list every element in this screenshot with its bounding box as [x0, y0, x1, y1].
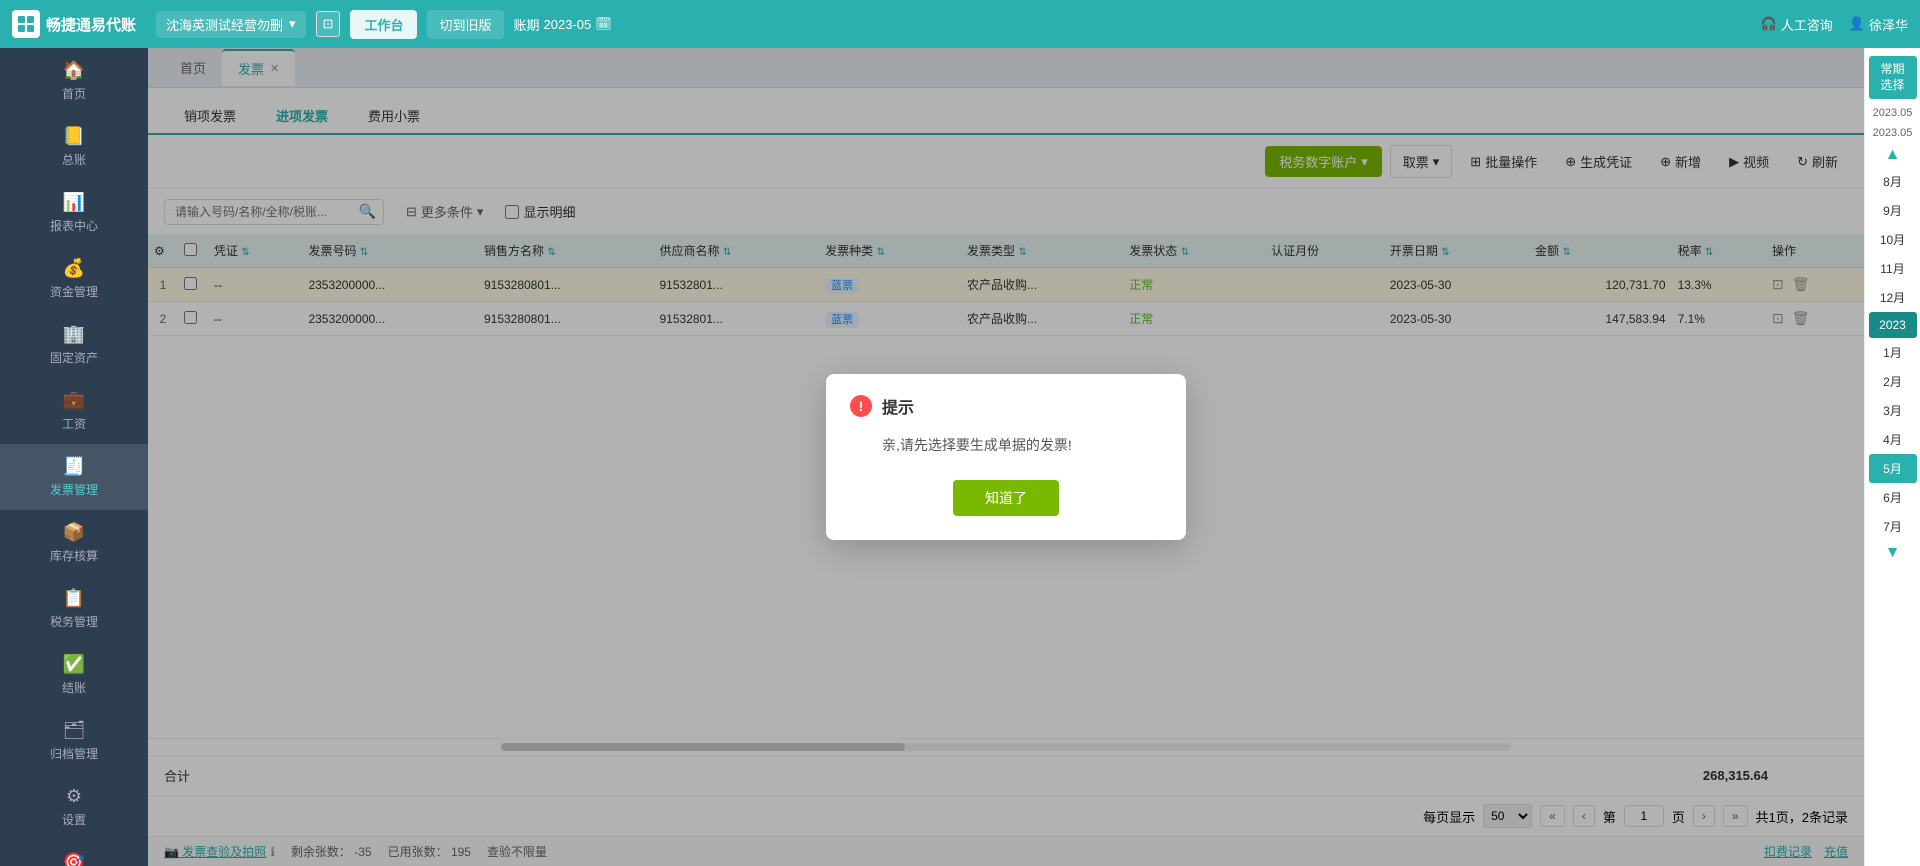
invoice-icon: 🧾	[63, 456, 85, 477]
inventory-icon: 📦	[63, 522, 85, 543]
period-item-5[interactable]: 5月	[1869, 454, 1917, 483]
dialog-footer: 知道了	[826, 480, 1186, 540]
sidebar-item-settlement[interactable]: ✅ 结账	[0, 642, 148, 708]
period-arrows: ▲	[1885, 143, 1901, 167]
chevron-down-icon: ▾	[289, 16, 296, 32]
period-item-7[interactable]: 7月	[1869, 512, 1917, 541]
sidebar-item-guide[interactable]: 🎯 新手引导	[0, 840, 148, 866]
period-info: 账期 2023-05 🗓	[514, 15, 612, 34]
period-item-8[interactable]: 8月	[1869, 167, 1917, 196]
salary-icon: 💼	[63, 390, 85, 411]
support-button[interactable]: 🎧 人工咨询	[1761, 15, 1833, 34]
archive-icon: 🗂	[63, 720, 86, 741]
period-year-2023[interactable]: 2023	[1869, 312, 1917, 338]
right-panel: 常期 选择 2023.05 2023.05 ▲ 8月 9月 10月 11月 12…	[1864, 48, 1920, 866]
avatar-icon: 👤	[1849, 16, 1865, 32]
period-item-4[interactable]: 4月	[1869, 425, 1917, 454]
period-item-2[interactable]: 2月	[1869, 367, 1917, 396]
sidebar-item-inventory[interactable]: 📦 库存核算	[0, 510, 148, 576]
sidebar-item-reports[interactable]: 📊 报表中心	[0, 180, 148, 246]
workspace-button[interactable]: 工作台	[350, 10, 417, 39]
qr-button[interactable]: ⊡	[316, 11, 341, 37]
settlement-icon: ✅	[63, 654, 85, 675]
period-toggle-button[interactable]: 常期 选择	[1869, 56, 1917, 99]
content-area: 首页 发票 ✕ 销项发票 进项发票 费用小票	[148, 48, 1864, 866]
period-item-10[interactable]: 10月	[1869, 225, 1917, 254]
top-bar: 畅捷通易代账 沈海英测试经营勿删 ▾ ⊡ 工作台 切到旧版 账期 2023-05…	[0, 0, 1920, 48]
app-title: 畅捷通易代账	[46, 14, 136, 35]
user-avatar[interactable]: 👤 徐泽华	[1849, 15, 1908, 34]
sidebar-item-home[interactable]: 🏠 首页	[0, 48, 148, 114]
period-item-6[interactable]: 6月	[1869, 483, 1917, 512]
settings-icon: ⚙	[66, 786, 82, 807]
period-label: 账期	[514, 15, 540, 34]
period-item-9[interactable]: 9月	[1869, 196, 1917, 225]
period-arrows-bottom: ▼	[1885, 541, 1901, 565]
logo-icon	[12, 10, 40, 38]
sidebar: 🏠 首页 📒 总账 📊 报表中心 💰 资金管理 🏢 固定资产 💼 工资	[0, 48, 148, 866]
sidebar-item-funds[interactable]: 💰 资金管理	[0, 246, 148, 312]
warning-icon: !	[850, 395, 872, 417]
dialog-header: ! 提示	[826, 374, 1186, 426]
home-icon: 🏠	[63, 60, 85, 81]
period-item-11[interactable]: 11月	[1869, 254, 1917, 283]
calendar-icon[interactable]: 🗓	[595, 16, 612, 32]
period-up-icon[interactable]: ▲	[1885, 147, 1901, 163]
sidebar-item-invoice[interactable]: 🧾 发票管理	[0, 444, 148, 510]
period-year-2023-top: 2023.05	[1871, 103, 1915, 123]
dialog-confirm-button[interactable]: 知道了	[953, 480, 1059, 516]
assets-icon: 🏢	[63, 324, 85, 345]
ledger-icon: 📒	[63, 126, 85, 147]
sidebar-item-salary[interactable]: 💼 工资	[0, 378, 148, 444]
tax-icon: 📋	[63, 588, 85, 609]
dialog-body: 亲,请先选择要生成单据的发票!	[826, 426, 1186, 480]
period-down-icon[interactable]: ▼	[1885, 545, 1901, 561]
sidebar-item-settings[interactable]: ⚙ 设置	[0, 774, 148, 840]
period-item-3[interactable]: 3月	[1869, 396, 1917, 425]
sidebar-item-tax[interactable]: 📋 税务管理	[0, 576, 148, 642]
period-value: 2023-05	[544, 17, 592, 32]
period-item-12[interactable]: 12月	[1869, 283, 1917, 312]
dialog-title: 提示	[882, 394, 914, 418]
company-selector[interactable]: 沈海英测试经营勿删 ▾	[156, 11, 306, 38]
sidebar-item-archive[interactable]: 🗂 归档管理	[0, 708, 148, 774]
funds-icon: 💰	[63, 258, 85, 279]
period-sub: 2023.05	[1871, 123, 1915, 143]
reports-icon: 📊	[63, 192, 85, 213]
dialog-overlay: ! 提示 亲,请先选择要生成单据的发票! 知道了	[148, 48, 1864, 866]
headset-icon: 🎧	[1761, 16, 1777, 32]
sidebar-item-ledger[interactable]: 📒 总账	[0, 114, 148, 180]
app-logo: 畅捷通易代账	[12, 10, 136, 38]
sidebar-item-assets[interactable]: 🏢 固定资产	[0, 312, 148, 378]
switch-version-button[interactable]: 切到旧版	[427, 10, 503, 39]
guide-icon: 🎯	[63, 852, 85, 866]
company-name: 沈海英测试经营勿删	[166, 15, 283, 34]
period-item-1[interactable]: 1月	[1869, 338, 1917, 367]
dialog: ! 提示 亲,请先选择要生成单据的发票! 知道了	[826, 374, 1186, 540]
top-bar-right: 🎧 人工咨询 👤 徐泽华	[1761, 15, 1908, 34]
